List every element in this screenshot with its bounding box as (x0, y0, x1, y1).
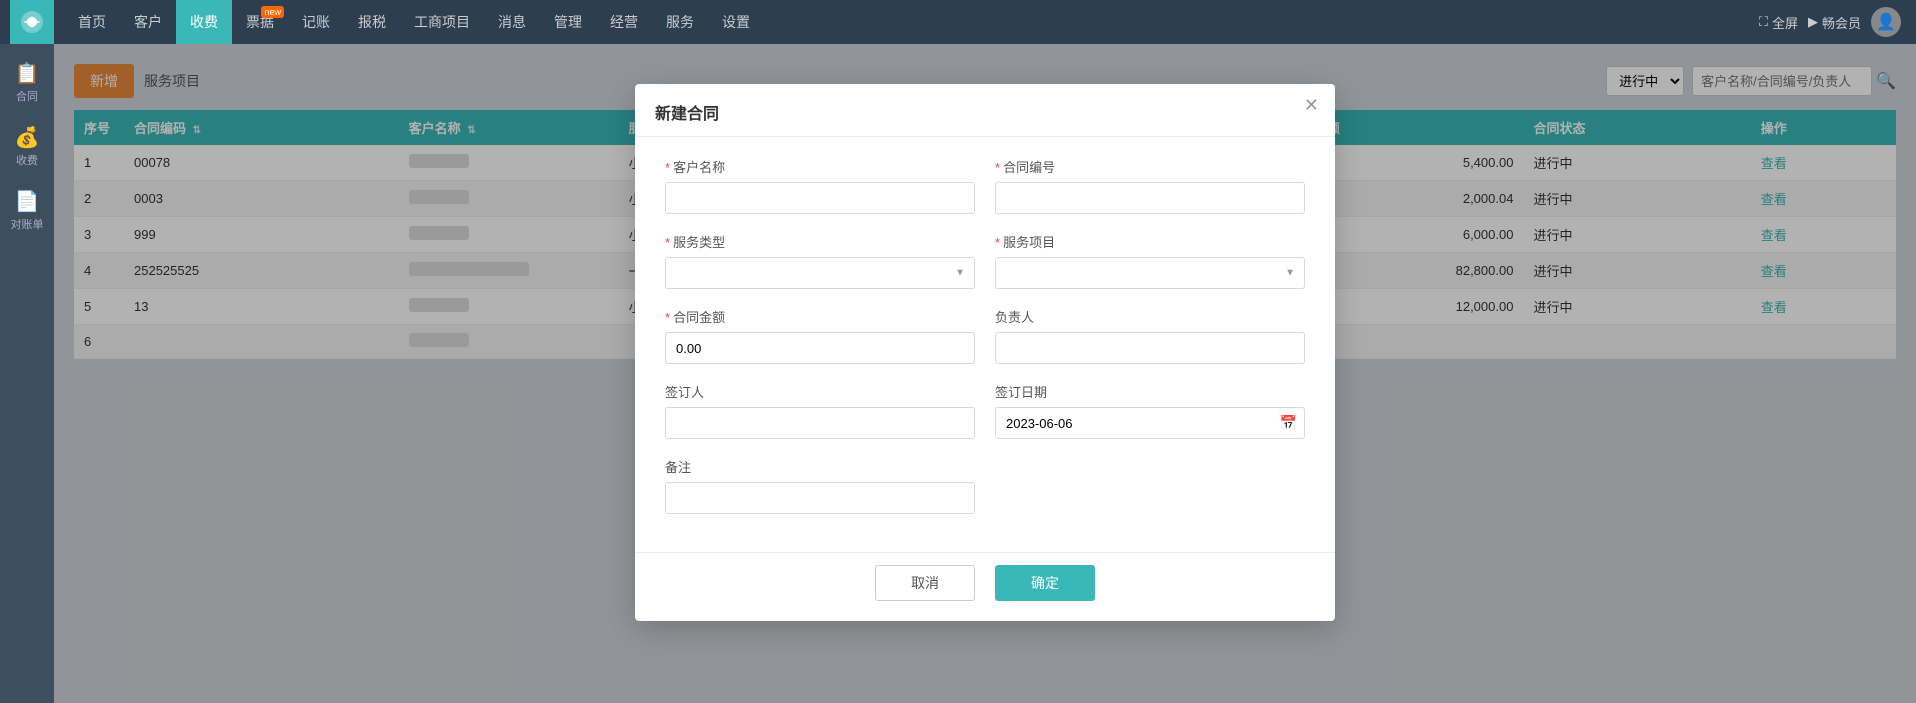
form-group-sign-date: 签订日期 📅 (995, 382, 1305, 439)
user-avatar[interactable]: 👤 (1871, 7, 1901, 37)
nav-bookkeeping[interactable]: 记账 (288, 0, 344, 44)
form-group-signer: 签订人 (665, 382, 975, 439)
service-type-select[interactable] (665, 257, 975, 289)
nav-operation[interactable]: 经营 (596, 0, 652, 44)
notes-label: 备注 (665, 457, 975, 476)
nav-customer[interactable]: 客户 (120, 0, 176, 44)
member-label: 畅会员 (1822, 13, 1861, 32)
modal-close-button[interactable]: ✕ (1304, 96, 1319, 114)
signer-label: 签订人 (665, 382, 975, 401)
form-row-4: 签订人 签订日期 📅 (665, 382, 1305, 439)
sidebar-item-statement[interactable]: 📄 对账单 (0, 182, 54, 242)
amount-label: *合同金额 (665, 307, 975, 326)
modal-overlay: 新建合同 ✕ *客户名称 *合同编号 (54, 44, 1916, 703)
service-item-select[interactable] (995, 257, 1305, 289)
modal-header: 新建合同 ✕ (635, 84, 1335, 137)
member-button[interactable]: ▶ 畅会员 (1808, 13, 1861, 32)
top-navigation: 首页 客户 收费 票据 new 记账 报税 工商项目 消息 管理 经营 服务 设… (0, 0, 1916, 44)
nav-service[interactable]: 服务 (652, 0, 708, 44)
service-type-label: *服务类型 (665, 232, 975, 251)
amount-input[interactable] (665, 332, 975, 364)
customer-name-input[interactable] (665, 182, 975, 214)
form-group-customer: *客户名称 (665, 157, 975, 214)
nav-right: ⛶ 全屏 ▶ 畅会员 👤 (1759, 7, 1916, 37)
new-contract-modal: 新建合同 ✕ *客户名称 *合同编号 (635, 84, 1335, 621)
signer-input[interactable] (665, 407, 975, 439)
sign-date-wrapper: 📅 (995, 407, 1305, 439)
sidebar-label-contract: 合同 (16, 88, 38, 104)
new-badge: new (261, 6, 284, 18)
form-group-amount: *合同金额 (665, 307, 975, 364)
form-group-service-type: *服务类型 ▼ (665, 232, 975, 289)
sidebar-label-statement: 对账单 (11, 216, 44, 232)
service-item-wrapper: ▼ (995, 257, 1305, 289)
service-type-wrapper: ▼ (665, 257, 975, 289)
nav-tax[interactable]: 报税 (344, 0, 400, 44)
nav-settings[interactable]: 设置 (708, 0, 764, 44)
sidebar-item-fee[interactable]: 💰 收费 (0, 118, 54, 178)
form-group-notes-label: 备注 (665, 457, 975, 514)
form-row-2: *服务类型 ▼ *服务项目 (665, 232, 1305, 289)
fullscreen-label: 全屏 (1772, 13, 1798, 32)
fee-icon: 💰 (15, 128, 40, 148)
customer-name-label: *客户名称 (665, 157, 975, 176)
main-content: 新增 服务项目 进行中 已完成 已终止 🔍 序号 合同编码 ⇅ 客户名 (54, 44, 1916, 703)
confirm-button[interactable]: 确定 (995, 565, 1095, 601)
notes-input[interactable] (665, 482, 975, 514)
nav-manage[interactable]: 管理 (540, 0, 596, 44)
form-row-5: 备注 (665, 457, 1305, 514)
nav-fee[interactable]: 收费 (176, 0, 232, 44)
nav-message[interactable]: 消息 (484, 0, 540, 44)
app-body: 📋 合同 💰 收费 📄 对账单 新增 服务项目 进行中 已完成 已终止 🔍 (0, 44, 1916, 703)
play-icon: ▶ (1808, 14, 1818, 30)
sidebar-item-contract[interactable]: 📋 合同 (0, 54, 54, 114)
form-row-3: *合同金额 负责人 (665, 307, 1305, 364)
nav-business[interactable]: 工商项目 (400, 0, 484, 44)
statement-icon: 📄 (15, 192, 40, 212)
contract-icon: 📋 (15, 64, 40, 84)
form-group-contract-no: *合同编号 (995, 157, 1305, 214)
calendar-icon[interactable]: 📅 (1280, 415, 1297, 432)
cancel-button[interactable]: 取消 (875, 565, 975, 601)
modal-title: 新建合同 (655, 106, 719, 123)
sign-date-input[interactable] (995, 407, 1305, 439)
sidebar-label-fee: 收费 (16, 152, 38, 168)
modal-body: *客户名称 *合同编号 (635, 137, 1335, 552)
nav-home[interactable]: 首页 (64, 0, 120, 44)
sign-date-label: 签订日期 (995, 382, 1305, 401)
app-logo (10, 0, 54, 44)
responsible-label: 负责人 (995, 307, 1305, 326)
form-group-responsible: 负责人 (995, 307, 1305, 364)
form-group-service-item: *服务项目 ▼ (995, 232, 1305, 289)
modal-footer: 取消 确定 (635, 552, 1335, 621)
contract-no-input[interactable] (995, 182, 1305, 214)
sidebar: 📋 合同 💰 收费 📄 对账单 (0, 44, 54, 703)
form-row-1: *客户名称 *合同编号 (665, 157, 1305, 214)
fullscreen-icon: ⛶ (1759, 14, 1768, 30)
nav-invoice[interactable]: 票据 new (232, 0, 288, 44)
fullscreen-button[interactable]: ⛶ 全屏 (1759, 13, 1798, 32)
responsible-input[interactable] (995, 332, 1305, 364)
service-item-label: *服务项目 (995, 232, 1305, 251)
contract-no-label: *合同编号 (995, 157, 1305, 176)
